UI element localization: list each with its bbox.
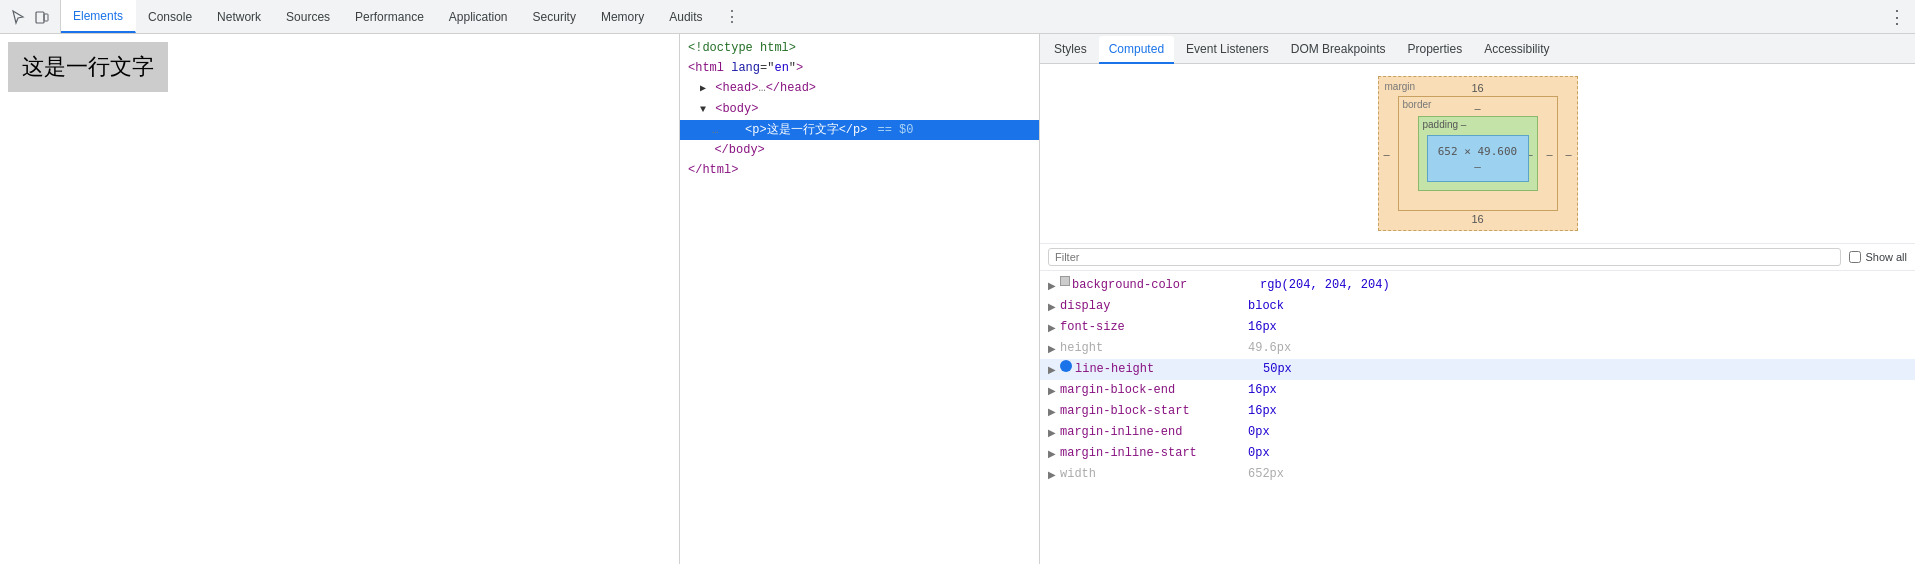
devtools-more-button[interactable]: ⋮ [1887,7,1907,27]
sub-tab-event-listeners[interactable]: Event Listeners [1176,35,1279,63]
color-swatch [1060,276,1070,286]
prop-name: background-color [1072,276,1252,294]
prop-value: 16px [1248,381,1277,399]
dom-line-p-selected[interactable]: … <p>这是一行文字</p> == $0 [680,120,1039,140]
prop-value: 16px [1248,318,1277,336]
tab-audits[interactable]: Audits [657,0,715,33]
prop-expand-icon[interactable]: ▶ [1048,319,1060,337]
prop-value: 49.6px [1248,339,1291,357]
padding-box: padding – – 652 × 49.600 – [1418,116,1538,191]
prop-row[interactable]: ▶width 652px [1040,464,1915,485]
prop-row[interactable]: ▶font-size 16px [1040,317,1915,338]
dom-line-body-open[interactable]: ▼ <body> [680,99,1039,120]
prop-expand-icon[interactable]: ▶ [1048,424,1060,442]
prop-value: rgb(204, 204, 204) [1260,276,1390,294]
select-element-icon[interactable] [8,7,28,27]
dom-line-body-close[interactable]: </body> [680,140,1039,160]
sub-tab-styles[interactable]: Styles [1044,35,1097,63]
prop-row[interactable]: ▶ background-color rgb(204, 204, 204) [1040,275,1915,296]
margin-left-value: – [1384,148,1390,160]
prop-name: margin-inline-start [1060,444,1240,462]
prop-name: line-height [1075,360,1255,378]
preview-pane: 这是一行文字 [0,34,680,564]
tab-elements[interactable]: Elements [61,0,136,33]
border-right-value: – [1546,148,1552,160]
sub-tab-accessibility[interactable]: Accessibility [1474,35,1559,63]
more-tabs-button[interactable]: ⋮ [716,0,748,33]
box-model-section: margin 16 16 – – border – – [1040,64,1915,244]
prop-expand-icon[interactable]: ▶ [1048,340,1060,358]
sub-tab-dom-breakpoints[interactable]: DOM Breakpoints [1281,35,1396,63]
show-all-label[interactable]: Show all [1849,251,1907,263]
prop-name: display [1060,297,1240,315]
prop-name: margin-block-end [1060,381,1240,399]
devtools-toolbar: Elements Console Network Sources Perform… [0,0,1915,34]
margin-bottom-value: 16 [1471,213,1483,225]
main-content: 这是一行文字 <!doctype html> <html lang="en"> … [0,34,1915,564]
prop-name: margin-block-start [1060,402,1240,420]
box-model: margin 16 16 – – border – – [1378,76,1578,231]
tabs-bar: Elements Console Network Sources Perform… [61,0,1887,33]
prop-expand-icon[interactable]: ▶ [1048,466,1060,484]
tab-memory[interactable]: Memory [589,0,657,33]
tab-performance[interactable]: Performance [343,0,437,33]
svg-rect-0 [36,12,44,23]
prop-name: width [1060,465,1240,483]
preview-text: 这是一行文字 [8,42,168,92]
filter-input[interactable] [1048,248,1841,266]
tab-network[interactable]: Network [205,0,274,33]
margin-right-value: – [1565,148,1571,160]
prop-value: 0px [1248,444,1270,462]
computed-properties: ▶background-colorrgb(204, 204, 204)▶disp… [1040,271,1915,564]
padding-label: padding – [1423,119,1467,130]
toolbar-left-icons [0,0,61,33]
prop-value: 16px [1248,402,1277,420]
dom-panel: <!doctype html> <html lang="en"> ▶ <head… [680,34,1040,564]
device-toggle-icon[interactable] [32,7,52,27]
content-bottom-dash: – [1474,160,1481,173]
prop-row[interactable]: ▶margin-block-end 16px [1040,380,1915,401]
sub-tabs: Styles Computed Event Listeners DOM Brea… [1040,34,1915,64]
content-box: 652 × 49.600 – [1427,135,1529,182]
prop-name: margin-inline-end [1060,423,1240,441]
sub-tab-computed[interactable]: Computed [1099,36,1174,64]
prop-expand-icon[interactable]: ▶ [1048,403,1060,421]
computed-circle-icon [1060,360,1072,372]
prop-row[interactable]: ▶display block [1040,296,1915,317]
prop-expand-icon[interactable]: ▶ [1048,382,1060,400]
prop-row[interactable]: ▶ line-height 50px [1040,359,1915,380]
dom-line-html[interactable]: <html lang="en"> [680,58,1039,78]
prop-value: block [1248,297,1284,315]
tab-console[interactable]: Console [136,0,205,33]
prop-row[interactable]: ▶margin-block-start 16px [1040,401,1915,422]
dom-line-html-close[interactable]: </html> [680,160,1039,180]
prop-value: 50px [1263,360,1292,378]
margin-top-value: 16 [1471,82,1483,94]
dom-line-doctype[interactable]: <!doctype html> [680,38,1039,58]
prop-value: 652px [1248,465,1284,483]
prop-expand-icon[interactable]: ▶ [1048,361,1060,379]
prop-expand-icon[interactable]: ▶ [1048,298,1060,316]
prop-row[interactable]: ▶margin-inline-start 0px [1040,443,1915,464]
prop-value: 0px [1248,423,1270,441]
prop-row[interactable]: ▶margin-inline-end 0px [1040,422,1915,443]
filter-row: Show all [1040,244,1915,271]
margin-label: margin [1385,81,1416,92]
dom-line-head[interactable]: ▶ <head>…</head> [680,78,1039,99]
prop-row[interactable]: ▶height 49.6px [1040,338,1915,359]
border-label: border [1403,99,1432,110]
tab-sources[interactable]: Sources [274,0,343,33]
styles-panel: Styles Computed Event Listeners DOM Brea… [1040,34,1915,564]
tab-application[interactable]: Application [437,0,521,33]
prop-expand-icon[interactable]: ▶ [1048,445,1060,463]
prop-name: height [1060,339,1240,357]
border-top-value: – [1474,102,1480,114]
show-all-checkbox[interactable] [1849,251,1861,263]
content-size: 652 × 49.600 [1438,145,1517,158]
sub-tab-properties[interactable]: Properties [1397,35,1472,63]
prop-expand-icon[interactable]: ▶ [1048,277,1060,295]
tab-security[interactable]: Security [521,0,589,33]
prop-name: font-size [1060,318,1240,336]
